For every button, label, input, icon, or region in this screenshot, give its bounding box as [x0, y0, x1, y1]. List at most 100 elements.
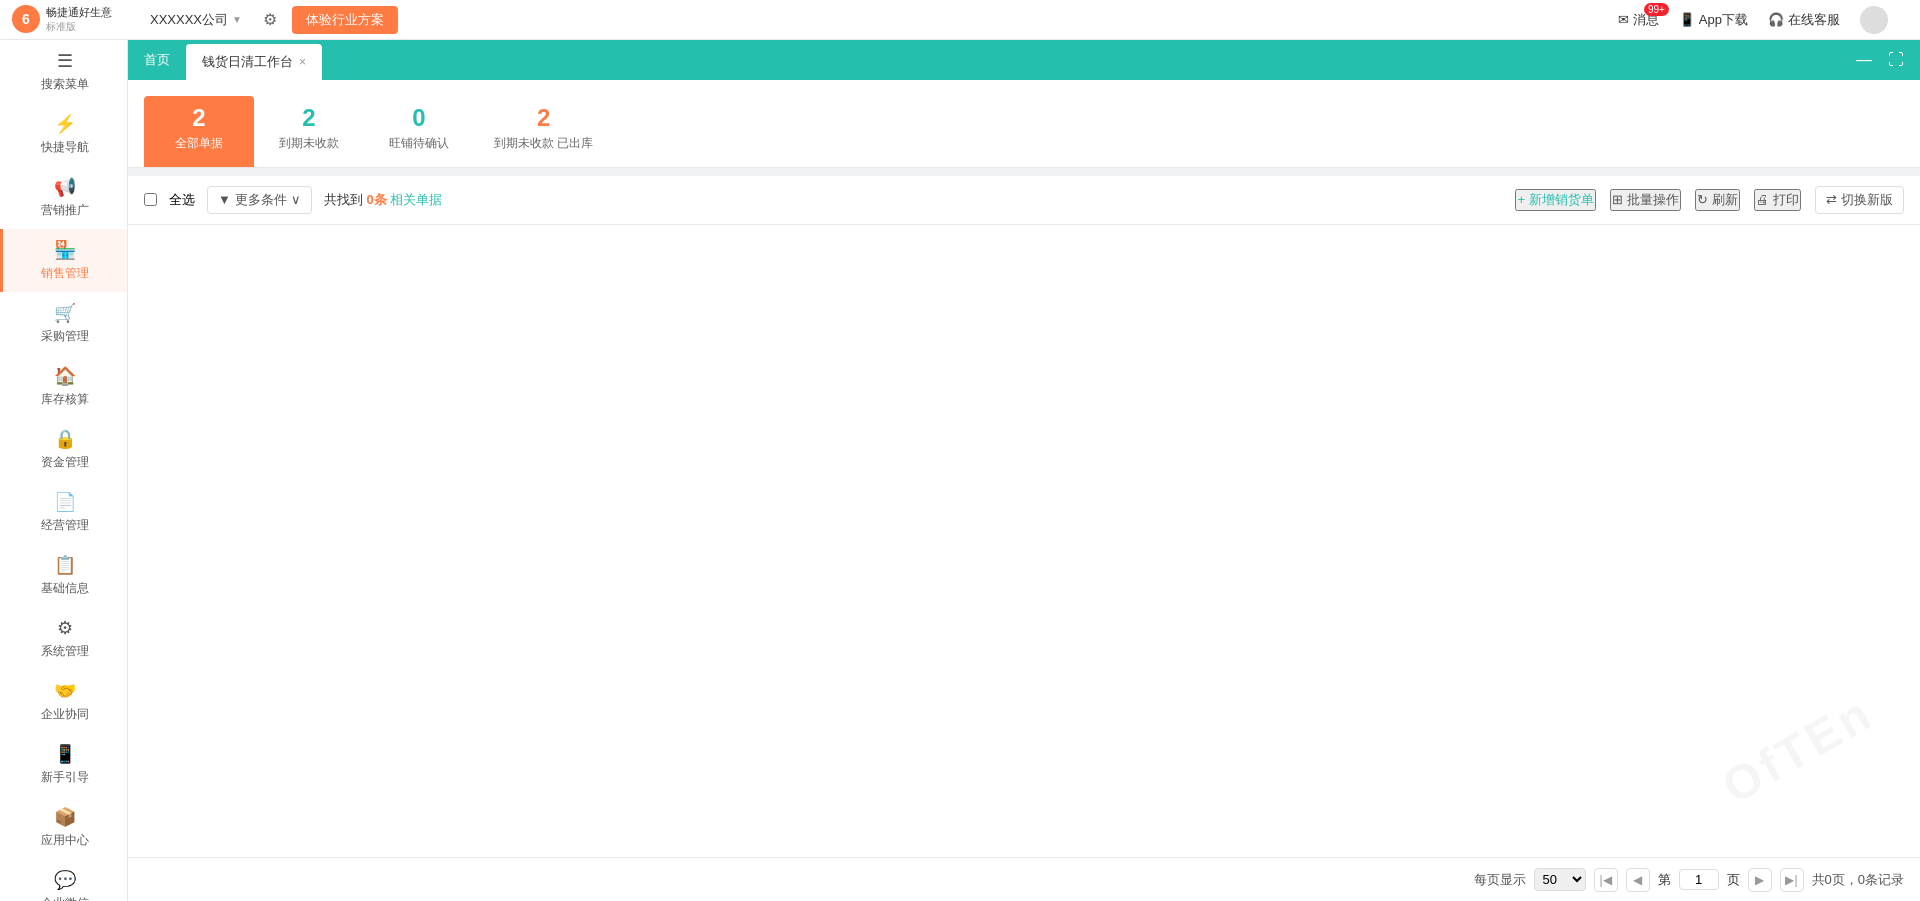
main-layout: ☰ 搜索菜单 ⚡ 快捷导航 📢 营销推广 🏪 销售管理 🛒 采购管理 🏠 库存核…	[0, 40, 1920, 901]
add-order-btn[interactable]: + 新增销货单	[1515, 189, 1596, 211]
select-all-label: 全选	[169, 191, 195, 209]
online-service-btn[interactable]: 🎧 在线客服	[1768, 11, 1840, 29]
page-prev-btn[interactable]: ◀	[1626, 868, 1650, 892]
sidebar-item-guide[interactable]: 📱 新手引导	[0, 733, 127, 796]
tab-maximize-btn[interactable]: ⛶	[1884, 48, 1908, 72]
sidebar-label-quick-nav: 快捷导航	[41, 139, 89, 156]
toolbar-right: + 新增销货单 ⊞ 批量操作 ↻ 刷新 🖨 打印	[1515, 186, 1904, 214]
sidebar-icon-basic-info: 📋	[54, 554, 76, 576]
experience-btn[interactable]: 体验行业方案	[292, 6, 398, 34]
sidebar-item-search-menu[interactable]: ☰ 搜索菜单	[0, 40, 127, 103]
download-icon: 📱	[1679, 12, 1695, 27]
sidebar-icon-finance: 🔒	[54, 428, 76, 450]
related-link[interactable]: 相关单据	[390, 192, 442, 207]
sidebar-item-system[interactable]: ⚙ 系统管理	[0, 607, 127, 670]
page-first-btn[interactable]: |◀	[1594, 868, 1618, 892]
company-selector[interactable]: XXXXXX公司 ▼	[140, 11, 252, 29]
page-number-input[interactable]	[1679, 869, 1719, 890]
stat-num-all: 2	[164, 104, 234, 133]
sidebar-item-marketing[interactable]: 📢 营销推广	[0, 166, 127, 229]
add-icon: +	[1517, 192, 1525, 207]
online-service-label: 在线客服	[1788, 11, 1840, 29]
sidebar-item-finance[interactable]: 🔒 资金管理	[0, 418, 127, 481]
sidebar-item-quick-nav[interactable]: ⚡ 快捷导航	[0, 103, 127, 166]
total-info: 共0页，0条记录	[1812, 871, 1904, 889]
sidebar-icon-inventory: 🏠	[54, 365, 76, 387]
sidebar-label-inventory: 库存核算	[41, 391, 89, 408]
tab-minimize-btn[interactable]: —	[1852, 48, 1876, 72]
sidebar-item-wechat[interactable]: 💬 企业微信	[0, 859, 127, 901]
sidebar-icon-guide: 📱	[54, 743, 76, 765]
stat-num-overdue: 2	[274, 104, 344, 133]
stat-tab-pending[interactable]: 0 旺铺待确认	[364, 96, 474, 167]
sidebar-item-operations[interactable]: 📄 经营管理	[0, 481, 127, 544]
sidebar-label-marketing: 营销推广	[41, 202, 89, 219]
select-all-checkbox[interactable]	[144, 193, 157, 206]
page-last-btn[interactable]: ▶|	[1780, 868, 1804, 892]
found-prefix-text: 共找到	[324, 192, 363, 207]
page-label: 页	[1727, 871, 1740, 889]
settings-button[interactable]: ⚙	[256, 6, 284, 34]
sidebar-item-app-center[interactable]: 📦 应用中心	[0, 796, 127, 859]
sidebar-icon-system: ⚙	[57, 617, 73, 639]
app-logo-icon: 6	[12, 5, 40, 33]
top-bar: 6 畅捷通好生意 标准版 XXXXXX公司 ▼ ⚙ 体验行业方案 ✉ 消息 99…	[0, 0, 1920, 40]
tab-active[interactable]: 钱货日清工作台 ×	[186, 44, 322, 80]
sidebar-item-purchase[interactable]: 🛒 采购管理	[0, 292, 127, 355]
stat-num-unshipped: 2	[494, 104, 593, 133]
sidebar-icon-search-menu: ☰	[57, 50, 73, 72]
app-download-btn[interactable]: 📱 App下载	[1679, 11, 1748, 29]
app-download-label: App下载	[1699, 11, 1748, 29]
table-area: OfTEn	[128, 225, 1920, 857]
refresh-icon: ↻	[1697, 192, 1708, 207]
watermark: OfTEn	[1713, 685, 1883, 815]
logo-area: 6 畅捷通好生意 标准版	[12, 5, 140, 33]
avatar[interactable]	[1860, 6, 1888, 34]
tab-home-label: 首页	[144, 51, 170, 69]
message-btn[interactable]: ✉ 消息 99+	[1618, 11, 1659, 29]
found-prefix: 共找到 0条 相关单据	[324, 191, 442, 209]
message-badge: 99+	[1644, 3, 1669, 16]
app-name: 畅捷通好生意	[46, 5, 112, 19]
tab-active-label: 钱货日清工作台	[202, 53, 293, 71]
filter-button[interactable]: ▼ 更多条件 ∨	[207, 186, 312, 214]
switch-icon: ⇄	[1826, 192, 1837, 207]
sidebar-item-basic-info[interactable]: 📋 基础信息	[0, 544, 127, 607]
stat-label-pending: 旺铺待确认	[384, 135, 454, 152]
sidebar-label-system: 系统管理	[41, 643, 89, 660]
refresh-btn[interactable]: ↻ 刷新	[1695, 189, 1740, 211]
sidebar-icon-quick-nav: ⚡	[54, 113, 76, 135]
sidebar-label-basic-info: 基础信息	[41, 580, 89, 597]
company-name: XXXXXX公司	[150, 11, 228, 29]
batch-label: 批量操作	[1627, 191, 1679, 209]
stat-tab-unshipped[interactable]: 2 到期未收款 已出库	[474, 96, 613, 167]
app-badge: 标准版	[46, 20, 112, 34]
print-label: 打印	[1773, 191, 1799, 209]
sidebar-item-cooperation[interactable]: 🤝 企业协同	[0, 670, 127, 733]
print-btn[interactable]: 🖨 打印	[1754, 189, 1801, 211]
sidebar-icon-purchase: 🛒	[54, 302, 76, 324]
tab-close-btn[interactable]: ×	[299, 55, 306, 69]
stats-tabs: 2 全部单据 2 到期未收款 0 旺铺待确认 2 到期未收款 已出库	[128, 80, 1920, 168]
sidebar-item-inventory[interactable]: 🏠 库存核算	[0, 355, 127, 418]
tab-home[interactable]: 首页	[128, 40, 186, 80]
stat-tab-overdue[interactable]: 2 到期未收款	[254, 96, 364, 167]
sidebar-icon-cooperation: 🤝	[54, 680, 76, 702]
page-size-select[interactable]: 50 10 20 100	[1534, 868, 1586, 891]
print-icon: 🖨	[1756, 192, 1769, 207]
message-icon: ✉	[1618, 12, 1629, 27]
page-di-label: 第	[1658, 871, 1671, 889]
sidebar-label-finance: 资金管理	[41, 454, 89, 471]
sidebar-icon-wechat: 💬	[54, 869, 76, 891]
sidebar-label-guide: 新手引导	[41, 769, 89, 786]
sidebar-icon-sales: 🏪	[54, 239, 76, 261]
service-icon: 🎧	[1768, 12, 1784, 27]
sidebar-label-search-menu: 搜索菜单	[41, 76, 89, 93]
sidebar-item-sales[interactable]: 🏪 销售管理	[0, 229, 127, 292]
batch-btn[interactable]: ⊞ 批量操作	[1610, 189, 1681, 211]
add-label: 新增销货单	[1529, 191, 1594, 209]
page-next-btn[interactable]: ▶	[1748, 868, 1772, 892]
switch-btn[interactable]: ⇄ 切换新版	[1815, 186, 1904, 214]
stat-tab-all[interactable]: 2 全部单据	[144, 96, 254, 167]
page-size-label: 每页显示	[1474, 871, 1526, 889]
